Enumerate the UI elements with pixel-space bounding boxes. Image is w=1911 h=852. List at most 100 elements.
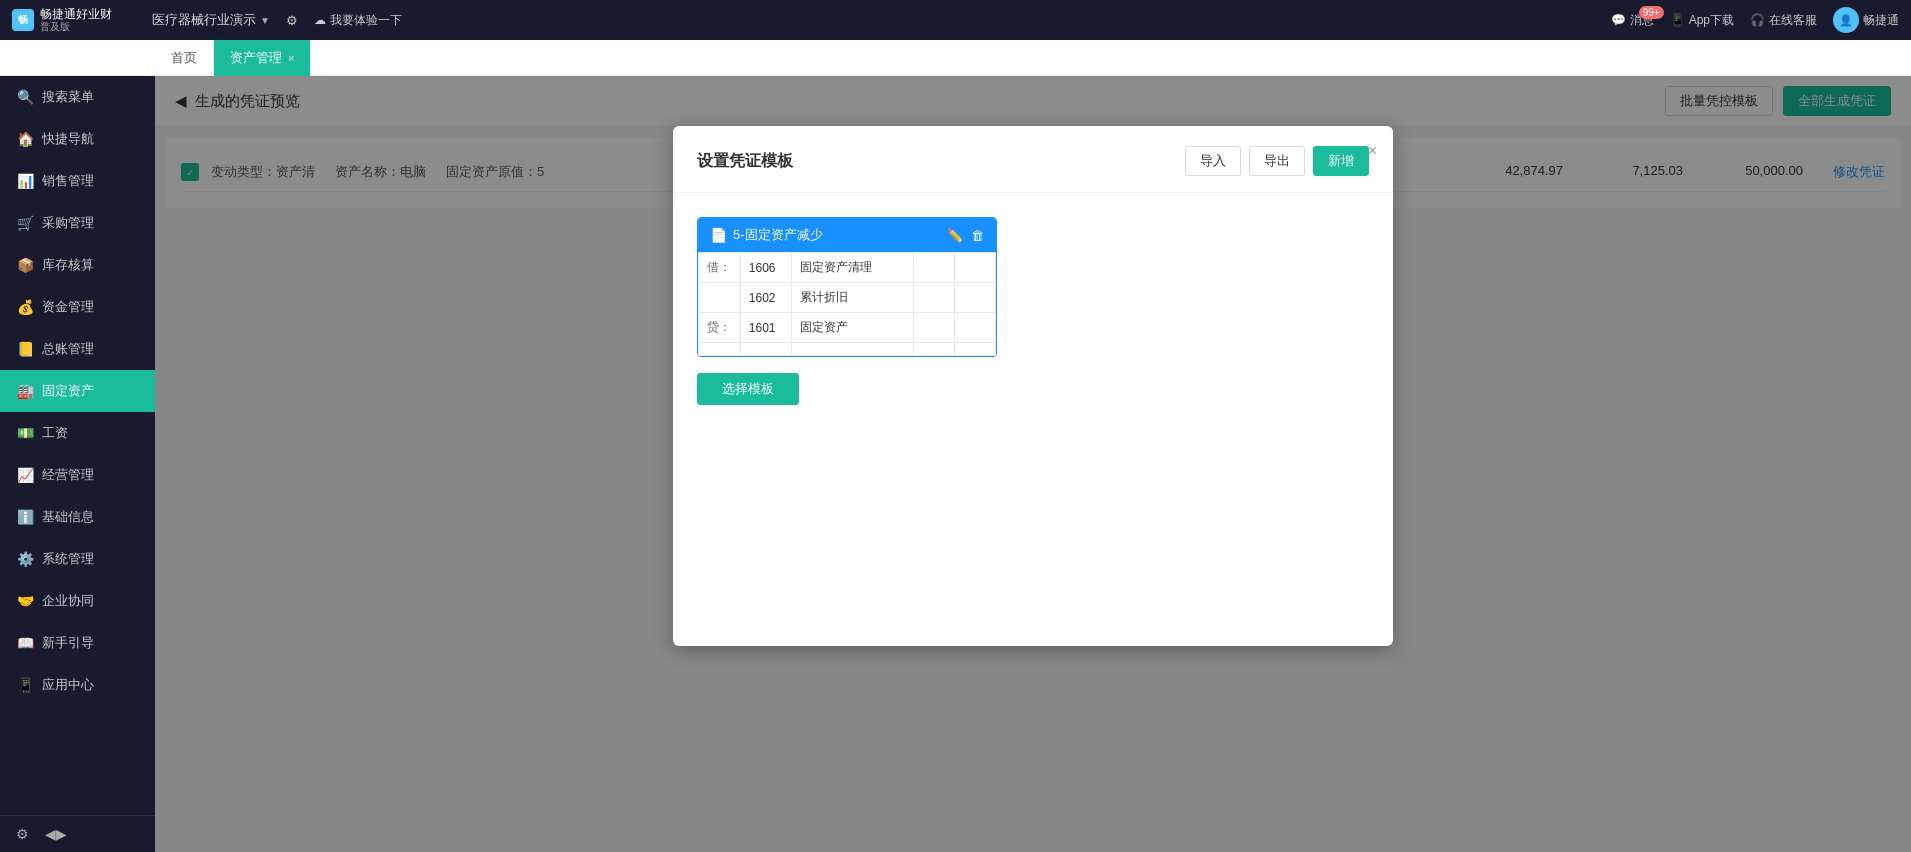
import-button[interactable]: 导入 [1185, 146, 1241, 176]
template-table: 借： 1606 固定资产清理 1602 [698, 252, 996, 356]
row-2-amount [914, 283, 955, 313]
row-1-side: 借： [699, 253, 741, 283]
operations-icon: 📈 [16, 467, 34, 483]
experience-link[interactable]: ☁ 我要体验一下 [314, 12, 402, 29]
company-dropdown-arrow: ▼ [260, 15, 270, 26]
sidebar-item-quick-nav[interactable]: 🏠 快捷导航 [0, 118, 155, 160]
row-3-name: 固定资产 [791, 313, 913, 343]
template-card: 📄 5-固定资产减少 ✏️ 🗑 借： [697, 217, 997, 357]
row-4-amount [914, 343, 955, 356]
modal-close-button[interactable]: × [1368, 142, 1377, 160]
main-layout: 🔍 搜索菜单 🏠 快捷导航 📊 销售管理 🛒 采购管理 📦 库存核 [0, 76, 1911, 852]
sidebar-label-ledger: 总账管理 [42, 340, 94, 358]
settings-bottom-icon[interactable]: ⚙ [16, 826, 29, 842]
sidebar-item-payroll[interactable]: 💵 工资 [0, 412, 155, 454]
guide-icon: 📖 [16, 635, 34, 651]
service-label: 在线客服 [1769, 12, 1817, 29]
sidebar-label-purchase: 采购管理 [42, 214, 94, 232]
topbar-center: 医疗器械行业演示 ▼ ⚙ ☁ 我要体验一下 [152, 6, 1611, 34]
service-icon: 🎧 [1750, 13, 1765, 27]
sidebar-item-ledger[interactable]: 📒 总账管理 [0, 328, 155, 370]
avatar: 👤 [1833, 7, 1859, 33]
app-download-label: App下载 [1689, 12, 1734, 29]
sidebar-label-app-center: 应用中心 [42, 676, 94, 694]
sidebar-label-payroll: 工资 [42, 424, 68, 442]
template-card-header: 📄 5-固定资产减少 ✏️ 🗑 [698, 218, 996, 252]
row-3-side: 贷： [699, 313, 741, 343]
sidebar-items: 🔍 搜索菜单 🏠 快捷导航 📊 销售管理 🛒 采购管理 📦 库存核 [0, 76, 155, 815]
sidebar-item-sales[interactable]: 📊 销售管理 [0, 160, 155, 202]
tab-asset-label: 资产管理 [230, 49, 282, 67]
row-1-name: 固定资产清理 [791, 253, 913, 283]
sidebar-item-funds[interactable]: 💰 资金管理 [0, 286, 155, 328]
sidebar-label-funds: 资金管理 [42, 298, 94, 316]
user-profile[interactable]: 👤 畅捷通 [1833, 7, 1899, 33]
template-row-1: 借： 1606 固定资产清理 [699, 253, 996, 283]
row-3-code: 1601 [740, 313, 791, 343]
row-4-code [740, 343, 791, 356]
message-badge: 99+ [1639, 6, 1664, 19]
sidebar-item-operations[interactable]: 📈 经营管理 [0, 454, 155, 496]
sidebar-wrapper: 🔍 搜索菜单 🏠 快捷导航 📊 销售管理 🛒 采购管理 📦 库存核 [0, 76, 155, 852]
sidebar-item-app-center[interactable]: 📱 应用中心 [0, 664, 155, 706]
modal-header-actions: 导入 导出 新增 [1185, 146, 1369, 176]
settings-icon[interactable]: ⚙ [278, 6, 306, 34]
tab-home[interactable]: 首页 [155, 40, 214, 76]
tabbar: 首页 资产管理 × [0, 40, 1911, 76]
tab-close-icon[interactable]: × [288, 52, 294, 64]
sidebar-label-basic-info: 基础信息 [42, 508, 94, 526]
sidebar-item-search[interactable]: 🔍 搜索菜单 [0, 76, 155, 118]
row-3-extra [955, 313, 996, 343]
home-icon: 🏠 [16, 131, 34, 147]
new-template-button[interactable]: 新增 [1313, 146, 1369, 176]
template-row-3: 贷： 1601 固定资产 [699, 313, 996, 343]
template-delete-icon[interactable]: 🗑 [971, 228, 984, 243]
logo-icon: 畅 [12, 9, 34, 31]
sidebar-bottom: ⚙ ◀▶ [0, 815, 155, 852]
sidebar-item-inventory[interactable]: 📦 库存核算 [0, 244, 155, 286]
collapse-icon[interactable]: ◀▶ [45, 826, 67, 842]
sidebar-label-system: 系统管理 [42, 550, 94, 568]
sidebar-label-guide: 新手引导 [42, 634, 94, 652]
funds-icon: 💰 [16, 299, 34, 315]
row-1-amount [914, 253, 955, 283]
basic-info-icon: ℹ️ [16, 509, 34, 525]
template-header-actions: ✏️ 🗑 [947, 228, 984, 243]
template-edit-icon[interactable]: ✏️ [947, 228, 963, 243]
app-download-button[interactable]: 📱 App下载 [1670, 12, 1734, 29]
row-4-side [699, 343, 741, 356]
message-icon: 💬 [1611, 13, 1626, 27]
company-name: 医疗器械行业演示 [152, 11, 256, 29]
template-doc-icon: 📄 [710, 227, 727, 243]
template-row-2: 1602 累计折旧 [699, 283, 996, 313]
fixed-assets-icon: 🏭 [16, 383, 34, 399]
sidebar-label-enterprise: 企业协同 [42, 592, 94, 610]
sidebar-label-inventory: 库存核算 [42, 256, 94, 274]
sidebar-item-fixed-assets[interactable]: 🏭 固定资产 [0, 370, 155, 412]
tab-asset-management[interactable]: 资产管理 × [214, 40, 311, 76]
inventory-icon: 📦 [16, 257, 34, 273]
ledger-icon: 📒 [16, 341, 34, 357]
sidebar-label-operations: 经营管理 [42, 466, 94, 484]
template-card-body: 借： 1606 固定资产清理 1602 [698, 252, 996, 356]
sidebar-item-system[interactable]: ⚙️ 系统管理 [0, 538, 155, 580]
purchase-icon: 🛒 [16, 215, 34, 231]
modal-body: 📄 5-固定资产减少 ✏️ 🗑 借： [673, 193, 1393, 429]
sidebar-item-purchase[interactable]: 🛒 采购管理 [0, 202, 155, 244]
row-2-side [699, 283, 741, 313]
sidebar-label-search: 搜索菜单 [42, 88, 94, 106]
sidebar-label-sales: 销售管理 [42, 172, 94, 190]
company-selector[interactable]: 医疗器械行业演示 ▼ [152, 11, 270, 29]
row-4-name [791, 343, 913, 356]
message-button[interactable]: 💬 消息 99+ [1611, 12, 1654, 29]
sidebar-item-enterprise[interactable]: 🤝 企业协同 [0, 580, 155, 622]
select-template-button[interactable]: 选择模板 [697, 373, 799, 405]
sidebar-label-fixed-assets: 固定资产 [42, 382, 94, 400]
row-2-extra [955, 283, 996, 313]
online-service-button[interactable]: 🎧 在线客服 [1750, 12, 1817, 29]
sidebar-item-basic-info[interactable]: ℹ️ 基础信息 [0, 496, 155, 538]
template-row-4 [699, 343, 996, 356]
sidebar-item-guide[interactable]: 📖 新手引导 [0, 622, 155, 664]
export-button[interactable]: 导出 [1249, 146, 1305, 176]
app-center-icon: 📱 [16, 677, 34, 693]
